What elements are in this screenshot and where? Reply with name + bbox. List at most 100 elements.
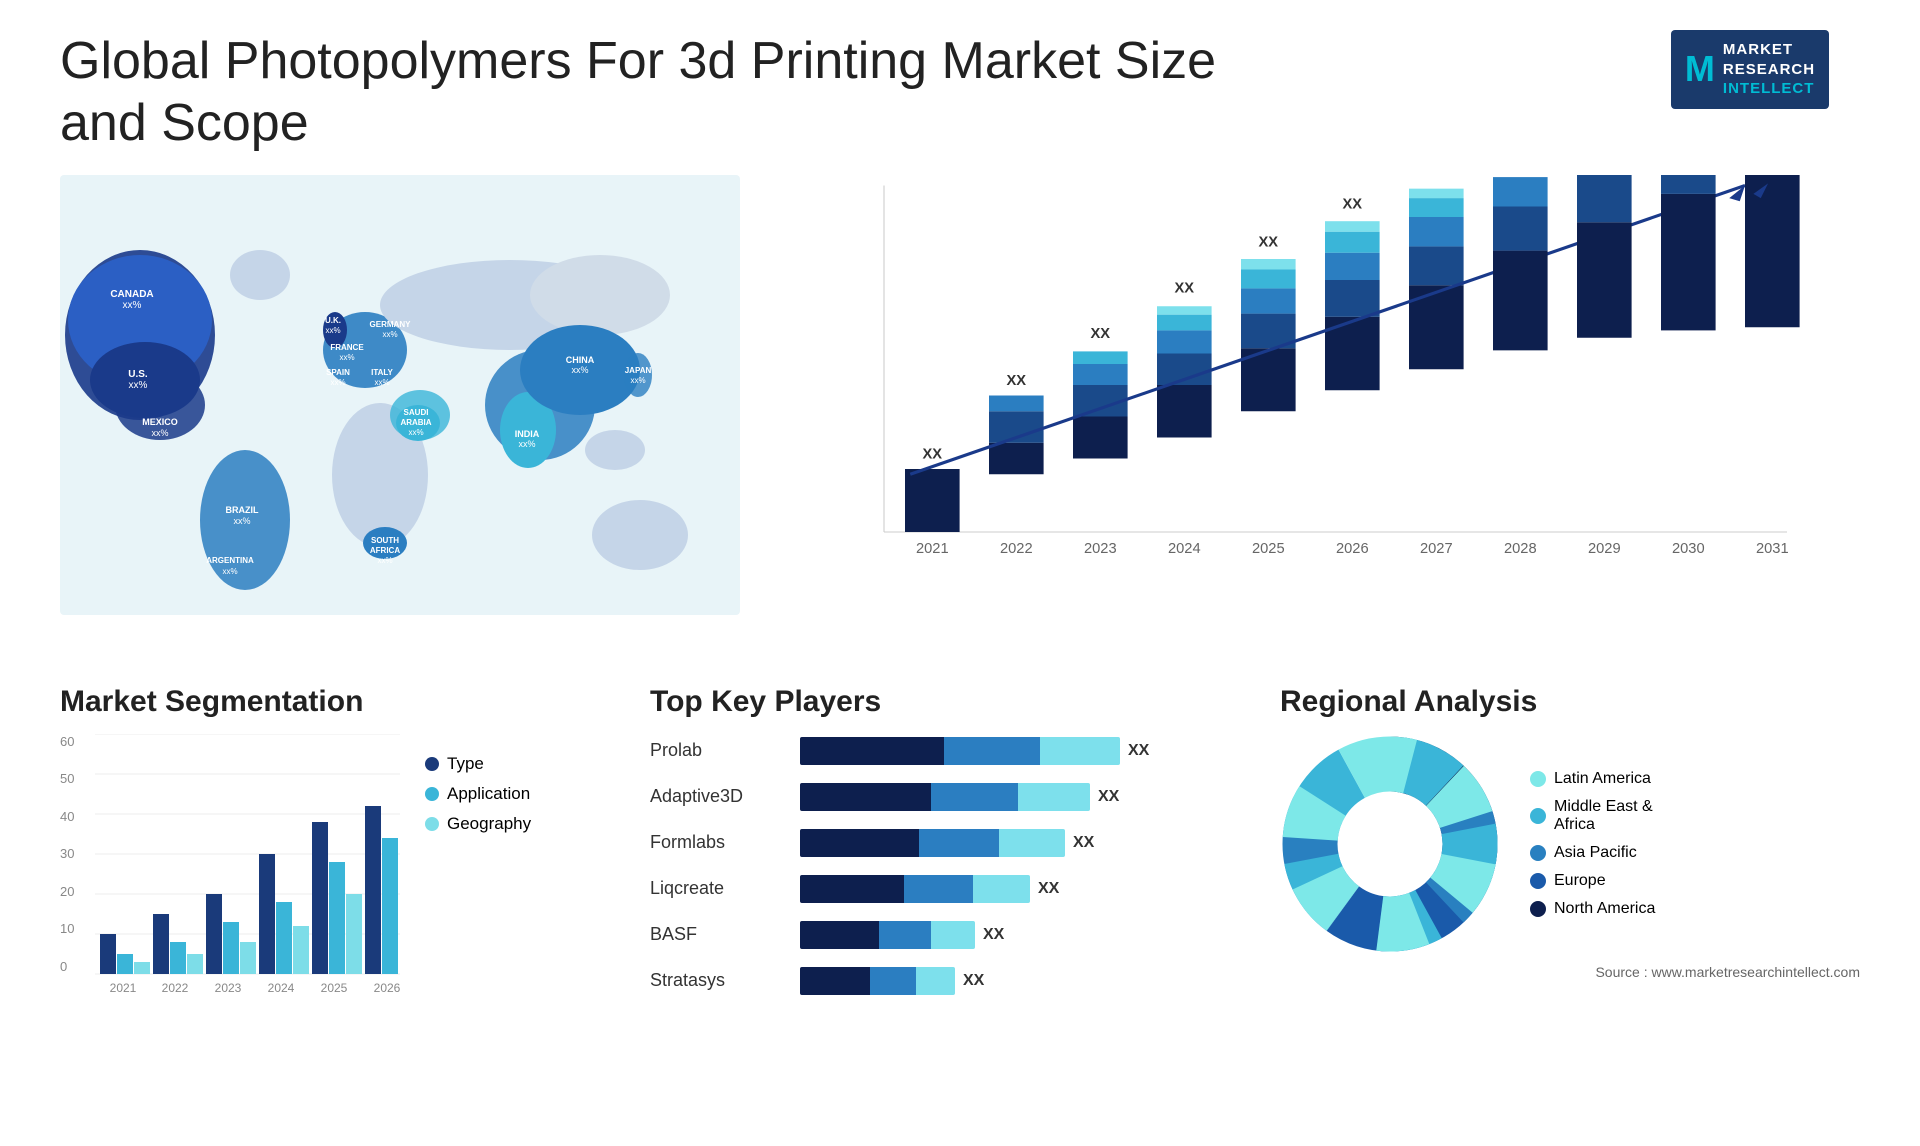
- regional-section: Regional Analysis: [1280, 685, 1860, 1029]
- regional-title: Regional Analysis: [1280, 685, 1860, 719]
- top-content: CANADA xx% U.S. xx% MEXICO xx% BRAZIL xx…: [60, 175, 1860, 655]
- svg-text:xx%: xx%: [222, 567, 237, 576]
- regional-legend: Latin America Middle East &Africa Asia P…: [1530, 770, 1655, 918]
- svg-text:XX: XX: [1259, 234, 1279, 250]
- source-text: Source : www.marketresearchintellect.com: [1280, 964, 1860, 980]
- svg-text:2025: 2025: [321, 981, 348, 995]
- svg-text:INDIA: INDIA: [515, 429, 540, 439]
- logo-line1: MARKET: [1723, 40, 1815, 60]
- svg-text:U.K.: U.K.: [325, 316, 341, 325]
- svg-text:2028: 2028: [1504, 541, 1537, 557]
- logo-line3: INTELLECT: [1723, 79, 1815, 99]
- formlabs-xx: XX: [1073, 834, 1094, 852]
- svg-text:SAUDI: SAUDI: [404, 408, 429, 417]
- reg-label-mea: Middle East &Africa: [1554, 798, 1653, 834]
- liqcreate-stack: [800, 875, 1030, 903]
- legend-application: Application: [425, 784, 555, 804]
- svg-text:xx%: xx%: [325, 326, 340, 335]
- chart-section: XX 2021 XX 2022 XX 2023: [770, 175, 1860, 655]
- bar-chart-svg: XX 2021 XX 2022 XX 2023: [790, 175, 1860, 595]
- reg-legend-apac: Asia Pacific: [1530, 844, 1655, 862]
- segmentation-title: Market Segmentation: [60, 685, 620, 719]
- reg-dot-northam: [1530, 901, 1546, 917]
- player-name-prolab: Prolab: [650, 734, 780, 768]
- player-name-formlabs: Formlabs: [650, 826, 780, 860]
- legend-dot-geography: [425, 817, 439, 831]
- logo-area: M MARKET RESEARCH INTELLECT: [1640, 30, 1860, 109]
- stratasys-stack: [800, 967, 955, 995]
- reg-dot-apac: [1530, 845, 1546, 861]
- svg-text:2023: 2023: [215, 981, 242, 995]
- svg-text:GERMANY: GERMANY: [370, 320, 412, 329]
- formlabs-seg2: [919, 829, 999, 857]
- svg-text:U.S.: U.S.: [128, 369, 148, 380]
- svg-text:xx%: xx%: [408, 428, 423, 437]
- player-name-basf: BASF: [650, 918, 780, 952]
- svg-text:2023: 2023: [1084, 541, 1117, 557]
- stratasys-seg1: [800, 967, 870, 995]
- liqcreate-xx: XX: [1038, 880, 1059, 898]
- regional-content: Latin America Middle East &Africa Asia P…: [1280, 734, 1860, 954]
- svg-text:MEXICO: MEXICO: [142, 417, 178, 427]
- legend-geography: Geography: [425, 814, 555, 834]
- svg-text:SPAIN: SPAIN: [326, 368, 350, 377]
- player-name-adaptive3d: Adaptive3D: [650, 780, 780, 814]
- basf-xx: XX: [983, 926, 1004, 944]
- svg-text:ARABIA: ARABIA: [400, 418, 431, 427]
- svg-text:ARGENTINA: ARGENTINA: [206, 556, 254, 565]
- y-label-20: 20: [60, 884, 74, 899]
- page-title: Global Photopolymers For 3d Printing Mar…: [60, 30, 1260, 155]
- svg-text:xx%: xx%: [377, 556, 392, 565]
- legend-dot-type: [425, 757, 439, 771]
- legend-label-type: Type: [447, 754, 484, 774]
- players-table: Prolab Adaptive3D Formlabs Liqcreate BAS…: [650, 734, 1250, 998]
- basf-seg1: [800, 921, 879, 949]
- svg-text:xx%: xx%: [339, 353, 354, 362]
- svg-text:xx%: xx%: [630, 376, 645, 385]
- reg-dot-latin: [1530, 771, 1546, 787]
- reg-legend-latin: Latin America: [1530, 770, 1655, 788]
- world-map: CANADA xx% U.S. xx% MEXICO xx% BRAZIL xx…: [60, 175, 740, 615]
- svg-text:FRANCE: FRANCE: [330, 343, 364, 352]
- y-label-0: 0: [60, 959, 74, 974]
- y-label-50: 50: [60, 771, 74, 786]
- reg-label-latin: Latin America: [1554, 770, 1651, 788]
- seg-y-axis: 60 50 40 30 20 10 0: [60, 734, 74, 974]
- donut-chart: [1280, 734, 1500, 954]
- svg-text:2027: 2027: [1420, 541, 1453, 557]
- donut-svg: [1280, 734, 1500, 954]
- key-players-title: Top Key Players: [650, 685, 1250, 719]
- basf-seg2: [879, 921, 932, 949]
- stratasys-seg2: [870, 967, 917, 995]
- player-bar-formlabs: XX: [800, 826, 1250, 860]
- prolab-xx: XX: [1128, 742, 1149, 760]
- reg-legend-europe: Europe: [1530, 872, 1655, 890]
- svg-text:XX: XX: [1343, 196, 1363, 212]
- svg-text:ITALY: ITALY: [371, 368, 393, 377]
- prolab-seg3: [1040, 737, 1120, 765]
- y-label-10: 10: [60, 921, 74, 936]
- formlabs-stack: [800, 829, 1065, 857]
- logo-text: MARKET RESEARCH INTELLECT: [1723, 40, 1815, 99]
- prolab-seg2: [944, 737, 1040, 765]
- svg-text:JAPAN: JAPAN: [625, 366, 652, 375]
- player-bars: XX XX: [800, 734, 1250, 998]
- adaptive3d-xx: XX: [1098, 788, 1119, 806]
- svg-text:XX: XX: [1175, 280, 1195, 296]
- reg-legend-mea: Middle East &Africa: [1530, 798, 1655, 834]
- svg-text:XX: XX: [1091, 326, 1111, 342]
- svg-text:xx%: xx%: [382, 330, 397, 339]
- svg-text:2024: 2024: [268, 981, 295, 995]
- svg-text:2022: 2022: [1000, 541, 1033, 557]
- page: Global Photopolymers For 3d Printing Mar…: [0, 0, 1920, 1146]
- player-bar-liqcreate: XX: [800, 872, 1250, 906]
- segmentation-section: Market Segmentation 60 50 40 30 20 10 0: [60, 685, 620, 1029]
- y-label-40: 40: [60, 809, 74, 824]
- reg-legend-northam: North America: [1530, 900, 1655, 918]
- formlabs-seg1: [800, 829, 919, 857]
- svg-text:CANADA: CANADA: [110, 289, 153, 300]
- liqcreate-seg2: [904, 875, 973, 903]
- player-name-liqcreate: Liqcreate: [650, 872, 780, 906]
- svg-text:BRAZIL: BRAZIL: [226, 505, 259, 515]
- svg-text:xx%: xx%: [123, 300, 142, 311]
